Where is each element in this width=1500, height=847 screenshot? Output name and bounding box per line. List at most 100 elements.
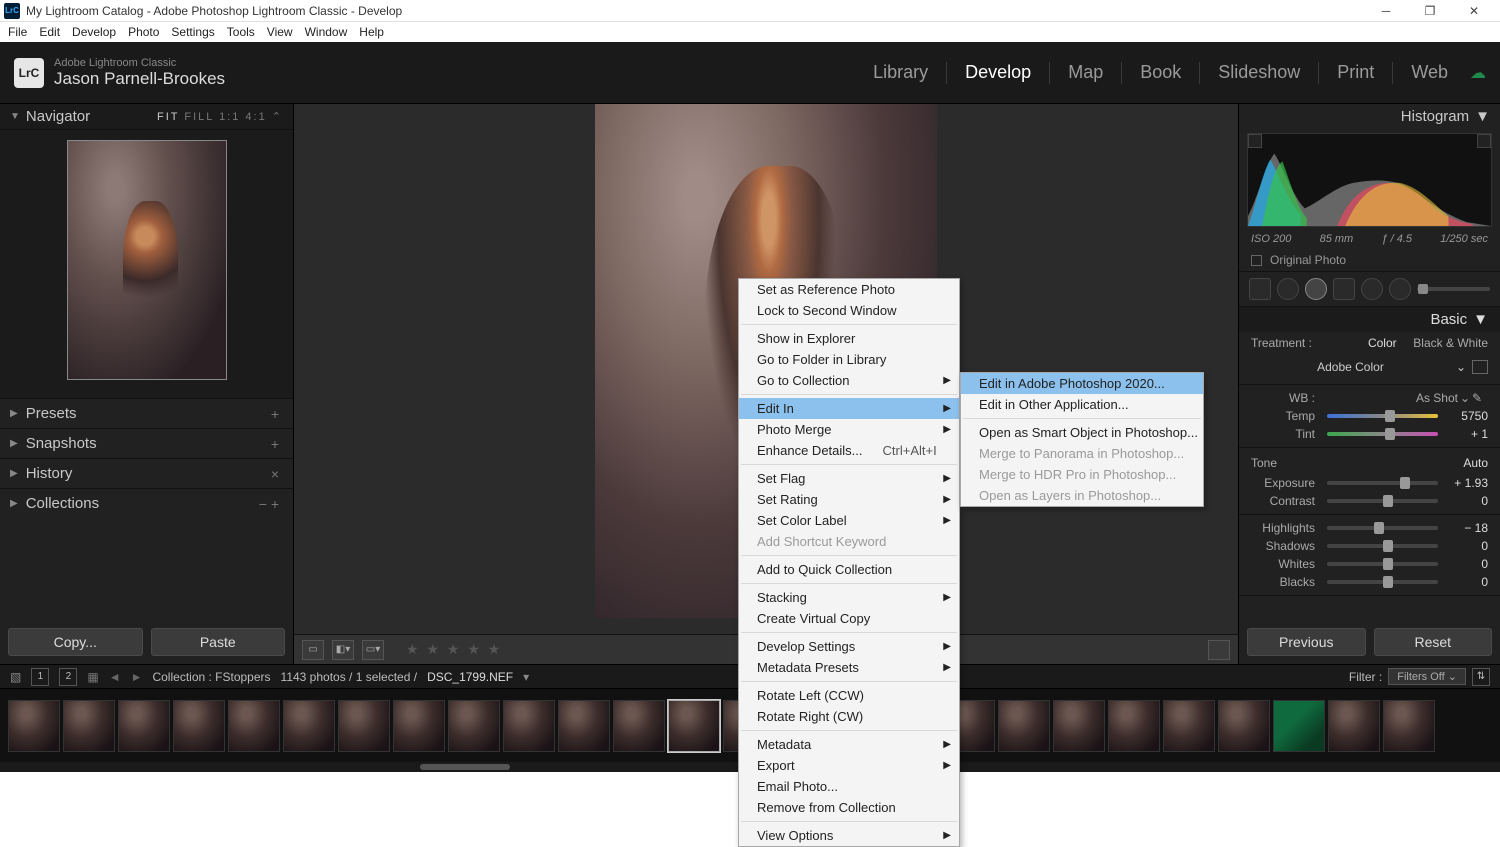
second-monitor-icon[interactable]: ▧ <box>10 670 21 684</box>
ctx-metadata-presets[interactable]: Metadata Presets▶ <box>739 657 959 678</box>
radial-filter-tool[interactable] <box>1361 278 1383 300</box>
module-develop[interactable]: Develop <box>957 58 1039 87</box>
filmstrip-thumb[interactable] <box>63 700 115 752</box>
slider-tint[interactable]: Tint+ 1 <box>1239 425 1500 443</box>
ctx-set-as-reference-photo[interactable]: Set as Reference Photo <box>739 279 959 300</box>
filmstrip-thumb[interactable] <box>448 700 500 752</box>
slider-shadows[interactable]: Shadows0 <box>1239 537 1500 555</box>
ctx-open-as-smart-object-in-photoshop[interactable]: Open as Smart Object in Photoshop... <box>961 422 1203 443</box>
cloud-sync-icon[interactable]: ☁ <box>1470 63 1486 83</box>
filmstrip-thumb[interactable] <box>1328 700 1380 752</box>
auto-tone-button[interactable]: Auto <box>1463 456 1488 470</box>
reset-button[interactable]: Reset <box>1374 628 1493 656</box>
brush-tool[interactable] <box>1389 278 1411 300</box>
nav-fwd-icon[interactable]: ► <box>131 670 143 684</box>
loupe-view-button[interactable]: ▭ <box>302 640 324 660</box>
filter-dropdown[interactable]: Filters Off ⌄ <box>1388 668 1466 685</box>
mask-amount-slider[interactable] <box>1417 287 1490 291</box>
crop-tool[interactable] <box>1249 278 1271 300</box>
grid-icon[interactable]: ▦ <box>87 670 98 684</box>
context-menu[interactable]: Set as Reference PhotoLock to Second Win… <box>738 278 960 847</box>
slider-exposure[interactable]: Exposure+ 1.93 <box>1239 474 1500 492</box>
original-photo-toggle[interactable]: Original Photo <box>1239 249 1500 272</box>
filmstrip-thumb[interactable] <box>8 700 60 752</box>
maximize-button[interactable]: ❐ <box>1408 4 1452 18</box>
rating-stars[interactable]: ★ ★ ★ ★ ★ <box>406 641 502 658</box>
ctx-go-to-folder-in-library[interactable]: Go to Folder in Library <box>739 349 959 370</box>
histogram[interactable] <box>1247 133 1492 227</box>
ctx-export[interactable]: Export▶ <box>739 755 959 776</box>
panel-presets[interactable]: ▶Presets+ <box>0 398 293 428</box>
menu-develop[interactable]: Develop <box>66 25 122 39</box>
filter-lock-icon[interactable]: ⇅ <box>1472 668 1490 686</box>
filmstrip-thumb[interactable] <box>338 700 390 752</box>
panel-collections[interactable]: ▶Collections− + <box>0 488 293 518</box>
ctx-lock-to-second-window[interactable]: Lock to Second Window <box>739 300 959 321</box>
filmstrip-thumb[interactable] <box>503 700 555 752</box>
menu-tools[interactable]: Tools <box>221 25 261 39</box>
ctx-email-photo[interactable]: Email Photo... <box>739 776 959 797</box>
filmstrip-thumb[interactable] <box>998 700 1050 752</box>
ctx-photo-merge[interactable]: Photo Merge▶ <box>739 419 959 440</box>
menu-window[interactable]: Window <box>299 25 354 39</box>
copy-button[interactable]: Copy... <box>8 628 143 656</box>
filmstrip-thumb[interactable] <box>283 700 335 752</box>
filmstrip-thumb[interactable] <box>173 700 225 752</box>
module-web[interactable]: Web <box>1403 58 1456 87</box>
display-2-button[interactable]: 2 <box>59 668 77 686</box>
ctx-remove-from-collection[interactable]: Remove from Collection <box>739 797 959 818</box>
menu-view[interactable]: View <box>261 25 299 39</box>
before-after-button[interactable]: ◧▾ <box>332 640 354 660</box>
module-slideshow[interactable]: Slideshow <box>1210 58 1308 87</box>
panel-snapshots[interactable]: ▶Snapshots+ <box>0 428 293 458</box>
filmstrip-thumb[interactable] <box>558 700 610 752</box>
ctx-set-rating[interactable]: Set Rating▶ <box>739 489 959 510</box>
filmstrip-thumb[interactable] <box>1053 700 1105 752</box>
ctx-go-to-collection[interactable]: Go to Collection▶ <box>739 370 959 391</box>
ctx-set-flag[interactable]: Set Flag▶ <box>739 468 959 489</box>
basic-panel-header[interactable]: Basic▼ <box>1239 307 1500 332</box>
ctx-edit-in[interactable]: Edit In▶ <box>739 398 959 419</box>
wb-dropper-icon[interactable]: ✎ <box>1472 391 1488 405</box>
soft-proof-toggle[interactable] <box>1208 640 1230 660</box>
treatment-bw[interactable]: Black & White <box>1413 336 1488 350</box>
ctx-metadata[interactable]: Metadata▶ <box>739 734 959 755</box>
module-library[interactable]: Library <box>865 58 936 87</box>
navigator-thumbnail[interactable] <box>0 130 293 398</box>
redeye-tool[interactable] <box>1305 278 1327 300</box>
navigator-header[interactable]: ▼ Navigator FIT FILL 1:1 4:1 ⌃ <box>0 104 293 130</box>
ctx-view-options[interactable]: View Options▶ <box>739 825 959 846</box>
context-submenu-edit-in[interactable]: Edit in Adobe Photoshop 2020...Edit in O… <box>960 372 1204 507</box>
filmstrip-thumb[interactable] <box>668 700 720 752</box>
checkbox-icon[interactable] <box>1251 255 1262 266</box>
spot-tool[interactable] <box>1277 278 1299 300</box>
filmstrip-thumb[interactable] <box>1218 700 1270 752</box>
filmstrip-thumb[interactable] <box>1383 700 1435 752</box>
ctx-develop-settings[interactable]: Develop Settings▶ <box>739 636 959 657</box>
filmstrip-thumb[interactable] <box>1108 700 1160 752</box>
menu-help[interactable]: Help <box>353 25 390 39</box>
highlight-clip-icon[interactable] <box>1477 134 1491 148</box>
ctx-enhance-details[interactable]: Enhance Details...Ctrl+Alt+I <box>739 440 959 461</box>
menu-edit[interactable]: Edit <box>33 25 66 39</box>
paste-button[interactable]: Paste <box>151 628 286 656</box>
ctx-show-in-explorer[interactable]: Show in Explorer <box>739 328 959 349</box>
histogram-header[interactable]: Histogram ▼ <box>1239 104 1500 129</box>
ctx-add-to-quick-collection[interactable]: Add to Quick Collection <box>739 559 959 580</box>
display-1-button[interactable]: 1 <box>31 668 49 686</box>
menu-file[interactable]: File <box>2 25 33 39</box>
navigator-zoom-options[interactable]: FIT FILL 1:1 4:1 ⌃ <box>157 110 283 123</box>
ctx-set-color-label[interactable]: Set Color Label▶ <box>739 510 959 531</box>
wb-row[interactable]: WB : As Shot ⌄ ✎ <box>1239 389 1500 407</box>
menu-settings[interactable]: Settings <box>165 25 220 39</box>
treatment-color[interactable]: Color <box>1368 336 1397 350</box>
ctx-stacking[interactable]: Stacking▶ <box>739 587 959 608</box>
profile-browser-icon[interactable] <box>1472 360 1488 374</box>
grad-filter-tool[interactable] <box>1333 278 1355 300</box>
module-print[interactable]: Print <box>1329 58 1382 87</box>
slider-blacks[interactable]: Blacks0 <box>1239 573 1500 591</box>
ctx-rotate-left-ccw[interactable]: Rotate Left (CCW) <box>739 685 959 706</box>
filmstrip-thumb[interactable] <box>393 700 445 752</box>
close-button[interactable]: ✕ <box>1452 4 1496 18</box>
menu-photo[interactable]: Photo <box>122 25 165 39</box>
